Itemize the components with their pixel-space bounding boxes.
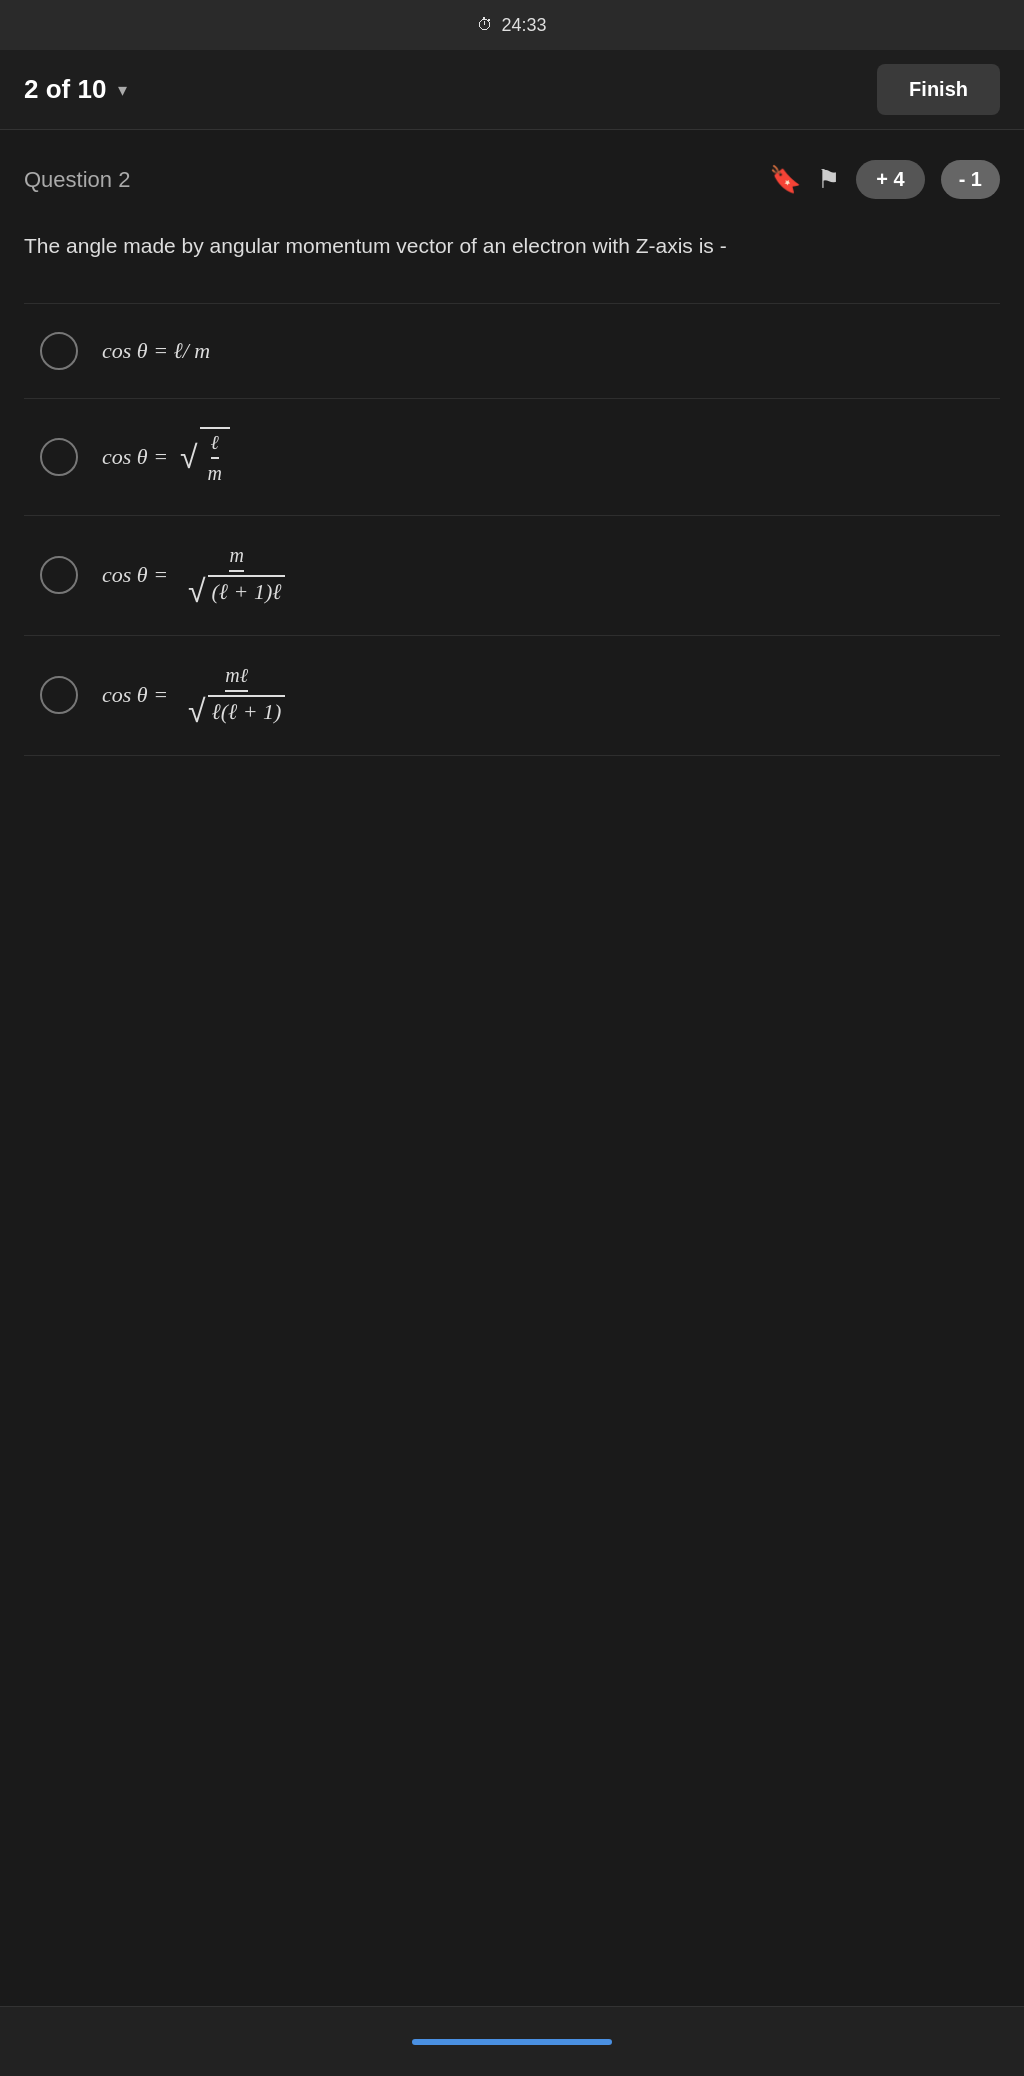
option-b[interactable]: cos θ = √ ℓ m (24, 398, 1000, 515)
question-text: The angle made by angular momentum vecto… (24, 229, 874, 263)
score-negative-badge: - 1 (941, 160, 1000, 199)
option-a[interactable]: cos θ = ℓ/ m (24, 303, 1000, 398)
flag-icon[interactable]: ⚑ (817, 164, 840, 195)
option-c-formula: cos θ = m √ (ℓ + 1)ℓ (102, 544, 297, 607)
option-d[interactable]: cos θ = mℓ √ ℓ(ℓ + 1) (24, 635, 1000, 756)
option-a-formula: cos θ = ℓ/ m (102, 338, 210, 364)
status-bar: ⏱ 24:33 (0, 0, 1024, 50)
finish-button[interactable]: Finish (877, 64, 1000, 115)
clock-icon: ⏱ (477, 16, 493, 34)
nav-indicator (412, 2039, 612, 2045)
option-d-formula: cos θ = mℓ √ ℓ(ℓ + 1) (102, 664, 297, 727)
radio-b[interactable] (40, 438, 78, 476)
question-header: Question 2 🔖 ⚑ + 4 - 1 (24, 160, 1000, 199)
status-time: 24:33 (501, 15, 546, 36)
header-left: 2 of 10 ▾ (24, 74, 127, 105)
options-list: cos θ = ℓ/ m cos θ = √ ℓ m (24, 303, 1000, 756)
radio-d[interactable] (40, 676, 78, 714)
sqrt-b: √ ℓ m (180, 427, 230, 487)
sqrt-d: √ ℓ(ℓ + 1) (188, 695, 285, 727)
header: 2 of 10 ▾ Finish (0, 50, 1024, 130)
bookmark-icon[interactable]: 🔖 (769, 164, 801, 195)
question-counter[interactable]: 2 of 10 (24, 74, 106, 105)
dropdown-arrow-icon[interactable]: ▾ (118, 79, 127, 101)
radio-c[interactable] (40, 556, 78, 594)
score-positive-badge: + 4 (856, 160, 924, 199)
question-actions: 🔖 ⚑ + 4 - 1 (769, 160, 1000, 199)
option-c[interactable]: cos θ = m √ (ℓ + 1)ℓ (24, 515, 1000, 635)
content-area: Question 2 🔖 ⚑ + 4 - 1 The angle made by… (0, 130, 1024, 786)
sqrt-c: √ (ℓ + 1)ℓ (188, 575, 285, 607)
radio-a[interactable] (40, 332, 78, 370)
bottom-nav (0, 2006, 1024, 2076)
question-label: Question 2 (24, 167, 130, 193)
option-b-formula: cos θ = √ ℓ m (102, 427, 234, 487)
